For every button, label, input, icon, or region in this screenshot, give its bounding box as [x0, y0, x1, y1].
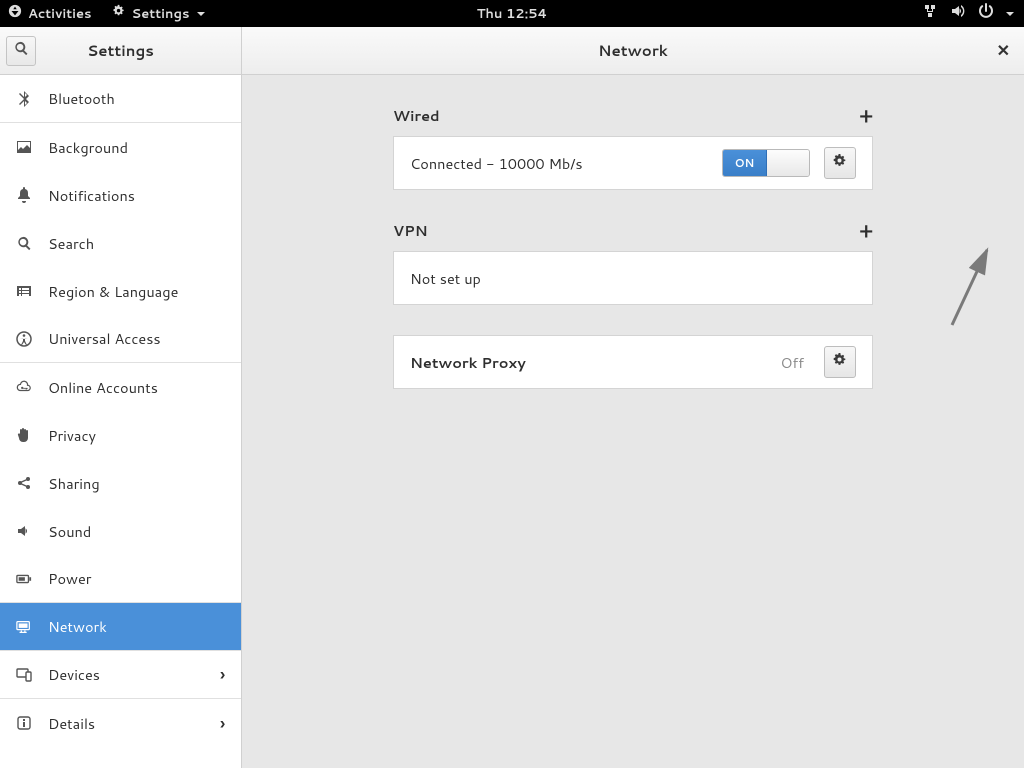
sidebar-item-label: Network [48, 616, 107, 637]
content-pane: Network ✕ Wired + Connected - 10000 Mb/s [242, 27, 1024, 768]
chevron-right-icon: › [220, 712, 225, 735]
sidebar-list: Bluetooth Background Notifications Searc… [0, 75, 241, 768]
power-icon[interactable] [978, 3, 994, 24]
sidebar-item-sound[interactable]: Sound [0, 507, 241, 555]
app-menu-icon [112, 4, 126, 23]
gear-icon [832, 352, 848, 373]
clock[interactable]: Thu 12:54 [477, 5, 548, 23]
sidebar-item-label: Universal Access [48, 328, 161, 349]
chevron-right-icon: › [220, 663, 225, 686]
app-menu-button[interactable]: Settings [132, 5, 205, 23]
toggle-on-label: ON [723, 150, 767, 176]
battery-icon [16, 571, 32, 587]
search-icon [14, 39, 29, 62]
sidebar-item-label: Devices [48, 664, 100, 685]
sidebar-item-label: Details [48, 713, 95, 734]
sidebar-item-bluetooth[interactable]: Bluetooth [0, 75, 241, 123]
sidebar-item-label: Power [48, 568, 91, 589]
sidebar-item-background[interactable]: Background [0, 123, 241, 171]
sidebar-item-label: Bluetooth [48, 88, 115, 109]
share-icon [16, 475, 32, 491]
globe-icon [16, 283, 32, 299]
accessibility-icon [16, 331, 32, 347]
annotation-arrow [922, 240, 1022, 340]
info-icon [16, 715, 32, 731]
sidebar-item-privacy[interactable]: Privacy [0, 411, 241, 459]
toggle-knob [767, 150, 809, 176]
devices-icon [16, 667, 32, 683]
sidebar-item-label: Region & Language [48, 281, 178, 302]
sidebar-title: Settings [87, 40, 154, 61]
cloud-key-icon [16, 379, 32, 395]
chevron-down-icon [197, 5, 205, 23]
plus-icon: + [859, 217, 873, 245]
content-body: Wired + Connected - 10000 Mb/s ON [242, 75, 1024, 768]
sidebar-item-notifications[interactable]: Notifications [0, 171, 241, 219]
section-title-vpn: VPN [393, 220, 428, 241]
sidebar-item-devices[interactable]: Devices › [0, 651, 241, 699]
gnome-top-bar: Activities Settings Thu 12:54 [0, 0, 1024, 27]
add-vpn-button[interactable]: + [859, 224, 873, 238]
search-icon [16, 235, 32, 251]
search-button[interactable] [6, 36, 36, 66]
proxy-label: Network Proxy [410, 352, 766, 373]
add-wired-button[interactable]: + [859, 109, 873, 123]
activities-button[interactable]: Activities [28, 5, 92, 23]
sidebar-item-label: Sharing [48, 473, 100, 494]
sidebar-item-details[interactable]: Details › [0, 699, 241, 747]
wired-settings-button[interactable] [824, 147, 856, 179]
background-icon [16, 139, 32, 155]
section-proxy: Network Proxy Off [393, 335, 873, 389]
settings-sidebar: Settings Bluetooth Background Notificati… [0, 27, 242, 768]
network-icon [16, 619, 32, 635]
wired-connection-row: Connected - 10000 Mb/s ON [394, 137, 872, 189]
activities-icon [8, 4, 22, 23]
sidebar-item-label: Search [48, 233, 94, 254]
vpn-row: Not set up [394, 252, 872, 304]
sidebar-item-region-language[interactable]: Region & Language [0, 267, 241, 315]
sidebar-item-network[interactable]: Network [0, 603, 241, 651]
wired-status-text: Connected - 10000 Mb/s [410, 153, 708, 174]
sidebar-item-label: Notifications [48, 185, 135, 206]
sidebar-item-online-accounts[interactable]: Online Accounts [0, 363, 241, 411]
sidebar-item-search[interactable]: Search [0, 219, 241, 267]
close-icon: ✕ [997, 39, 1010, 62]
section-vpn: VPN + Not set up [393, 220, 873, 305]
settings-window: Settings Bluetooth Background Notificati… [0, 27, 1024, 768]
sidebar-item-sharing[interactable]: Sharing [0, 459, 241, 507]
sidebar-item-label: Sound [48, 521, 91, 542]
volume-icon[interactable] [950, 3, 966, 24]
sidebar-item-label: Background [48, 137, 128, 158]
section-title-wired: Wired [393, 105, 440, 126]
hand-icon [16, 427, 32, 443]
bluetooth-icon [16, 91, 32, 107]
sidebar-item-label: Online Accounts [48, 377, 158, 398]
content-header: Network ✕ [242, 27, 1024, 75]
gear-icon [832, 153, 848, 174]
system-menu-caret-icon[interactable] [1006, 5, 1014, 23]
wired-toggle[interactable]: ON [722, 149, 810, 177]
speaker-icon [16, 523, 32, 539]
sidebar-header: Settings [0, 27, 241, 75]
sidebar-item-label: Privacy [48, 425, 96, 446]
sidebar-item-power[interactable]: Power [0, 555, 241, 603]
sidebar-item-universal-access[interactable]: Universal Access [0, 315, 241, 363]
page-title: Network [598, 40, 668, 61]
network-status-icon[interactable] [922, 3, 938, 24]
proxy-settings-button[interactable] [824, 346, 856, 378]
close-button[interactable]: ✕ [997, 39, 1010, 62]
proxy-value: Off [780, 352, 804, 373]
vpn-status-text: Not set up [410, 268, 856, 289]
plus-icon: + [859, 102, 873, 130]
proxy-row[interactable]: Network Proxy Off [394, 336, 872, 388]
bell-icon [16, 187, 32, 203]
section-wired: Wired + Connected - 10000 Mb/s ON [393, 105, 873, 190]
